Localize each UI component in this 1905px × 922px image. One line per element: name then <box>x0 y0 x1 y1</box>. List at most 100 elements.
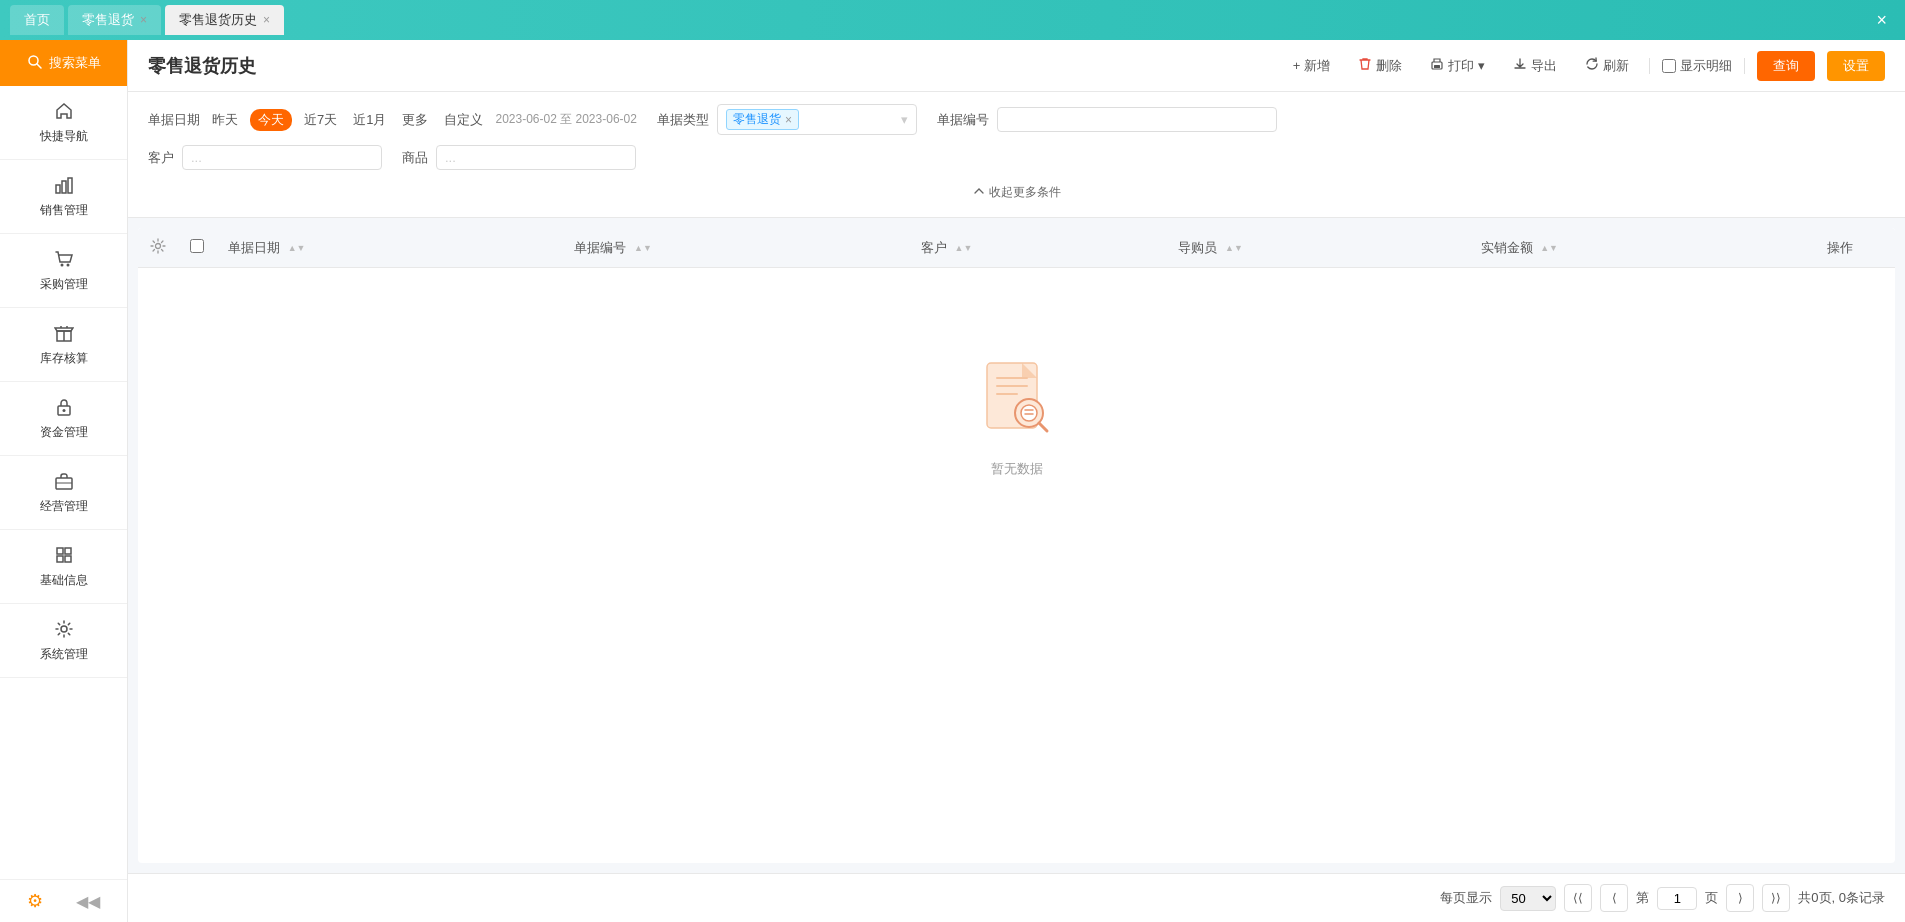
settings-button[interactable]: 设置 <box>1827 51 1885 81</box>
tab-retail-return[interactable]: 零售退货 × <box>68 5 161 35</box>
th-doc-date[interactable]: 单据日期 ▲▼ <box>216 228 562 268</box>
date-filter-label: 单据日期 <box>148 111 200 129</box>
query-button[interactable]: 查询 <box>1757 51 1815 81</box>
sidebar-item-quick-nav[interactable]: 快捷导航 <box>0 86 127 160</box>
th-customer-label: 客户 <box>921 240 947 255</box>
lock-icon <box>53 396 75 418</box>
tab-retail-return-history-close[interactable]: × <box>263 13 270 27</box>
goods-input[interactable] <box>436 145 636 170</box>
header-actions: + 新增 删除 <box>1285 51 1885 81</box>
sidebar-item-operations[interactable]: 经营管理 <box>0 456 127 530</box>
print-label: 打印 <box>1448 57 1474 75</box>
delete-label: 删除 <box>1376 57 1402 75</box>
export-icon <box>1513 57 1527 74</box>
filter-row-2: 客户 商品 <box>148 145 1885 170</box>
sidebar-item-basic-info[interactable]: 基础信息 <box>0 530 127 604</box>
page-prev-button[interactable]: ⟨ <box>1600 884 1628 912</box>
action-divider-2 <box>1744 58 1745 74</box>
date-opt-more[interactable]: 更多 <box>398 109 432 131</box>
page-next-button[interactable]: ⟩ <box>1726 884 1754 912</box>
refresh-button[interactable]: 刷新 <box>1577 53 1637 79</box>
date-range-display: 2023-06-02 至 2023-06-02 <box>495 111 636 128</box>
sidebar-bottom: ⚙ ◀◀ <box>0 879 127 922</box>
export-button[interactable]: 导出 <box>1505 53 1565 79</box>
th-doc-number-label: 单据编号 <box>574 240 626 255</box>
th-action-label: 操作 <box>1827 240 1853 255</box>
page-input[interactable] <box>1657 887 1697 910</box>
date-opt-last7[interactable]: 近7天 <box>300 109 341 131</box>
tab-retail-return-history[interactable]: 零售退货历史 × <box>165 5 284 35</box>
table-container: 单据日期 ▲▼ 单据编号 ▲▼ 客户 ▲▼ 导购员 <box>138 228 1895 863</box>
sidebar-item-sales-mgmt-label: 销售管理 <box>40 202 88 219</box>
box-icon <box>53 322 75 344</box>
th-customer[interactable]: 客户 ▲▼ <box>909 228 1167 268</box>
svg-point-6 <box>66 264 69 267</box>
gear-icon[interactable] <box>150 242 166 257</box>
goods-label: 商品 <box>402 149 428 167</box>
th-action: 操作 <box>1815 228 1895 268</box>
search-icon <box>27 54 43 73</box>
sort-icons-amount: ▲▼ <box>1540 244 1558 253</box>
print-button[interactable]: 打印 ▾ <box>1422 53 1493 79</box>
filter-row-1: 单据日期 昨天 今天 近7天 近1月 更多 自定义 2023-06-02 至 2… <box>148 104 1885 135</box>
tab-retail-return-close[interactable]: × <box>140 13 147 27</box>
home-icon <box>53 100 75 122</box>
date-opt-custom[interactable]: 自定义 <box>440 109 487 131</box>
doc-number-input[interactable] <box>997 107 1277 132</box>
window-close-button[interactable]: × <box>1868 10 1895 31</box>
settings-icon <box>53 618 75 640</box>
empty-icon <box>967 348 1067 448</box>
doc-type-tag: 零售退货 × <box>726 109 799 130</box>
delete-button[interactable]: 删除 <box>1350 53 1410 79</box>
page-last-button[interactable]: ⟩⟩ <box>1762 884 1790 912</box>
tab-home-label: 首页 <box>24 11 50 29</box>
page-first-button[interactable]: ⟨⟨ <box>1564 884 1592 912</box>
sidebar-item-sales-mgmt[interactable]: 销售管理 <box>0 160 127 234</box>
sidebar-item-purchase-mgmt[interactable]: 采购管理 <box>0 234 127 308</box>
doc-type-select[interactable]: 零售退货 × ▾ <box>717 104 917 135</box>
export-label: 导出 <box>1531 57 1557 75</box>
sidebar-item-finance[interactable]: 资金管理 <box>0 382 127 456</box>
sidebar-search[interactable]: 搜索菜单 <box>0 40 127 86</box>
table-body: 暂无数据 <box>138 268 1895 559</box>
sidebar-settings-icon[interactable]: ⚙ <box>27 890 43 912</box>
svg-rect-16 <box>65 548 71 554</box>
pagination-bar: 每页显示 10 20 50 100 ⟨⟨ ⟨ 第 页 ⟩ ⟩⟩ 共0页, 0条记… <box>128 873 1905 922</box>
show-detail-input[interactable] <box>1662 59 1676 73</box>
th-gear[interactable] <box>138 228 178 268</box>
date-opt-today[interactable]: 今天 <box>250 109 292 131</box>
doc-type-label: 单据类型 <box>657 111 709 129</box>
goods-filter: 商品 <box>402 145 636 170</box>
collapse-button[interactable]: 收起更多条件 <box>148 180 1885 205</box>
print-icon <box>1430 57 1444 74</box>
select-all-checkbox[interactable] <box>190 239 204 253</box>
show-detail-checkbox[interactable]: 显示明细 <box>1662 57 1732 75</box>
sidebar-collapse-icon[interactable]: ◀◀ <box>76 892 100 911</box>
svg-rect-21 <box>1434 65 1440 68</box>
svg-line-1 <box>37 64 41 68</box>
doc-type-tag-close[interactable]: × <box>785 113 792 127</box>
date-opt-last-month[interactable]: 近1月 <box>349 109 390 131</box>
sidebar-item-system-mgmt[interactable]: 系统管理 <box>0 604 127 678</box>
th-amount[interactable]: 实销金额 ▲▼ <box>1469 228 1815 268</box>
th-doc-date-label: 单据日期 <box>228 240 280 255</box>
page-header: 零售退货历史 + 新增 删除 <box>128 40 1905 92</box>
delete-icon <box>1358 57 1372 74</box>
svg-rect-18 <box>65 556 71 562</box>
customer-input[interactable] <box>182 145 382 170</box>
sidebar-item-inventory[interactable]: 库存核算 <box>0 308 127 382</box>
th-guide[interactable]: 导购员 ▲▼ <box>1166 228 1468 268</box>
tab-home[interactable]: 首页 <box>10 5 64 35</box>
new-button[interactable]: + 新增 <box>1285 53 1338 79</box>
svg-point-5 <box>60 264 63 267</box>
page-unit: 页 <box>1705 889 1718 907</box>
content-area: 零售退货历史 + 新增 删除 <box>128 40 1905 922</box>
th-doc-number[interactable]: 单据编号 ▲▼ <box>562 228 908 268</box>
svg-rect-2 <box>56 185 60 193</box>
sidebar-item-finance-label: 资金管理 <box>40 424 88 441</box>
page-size-select[interactable]: 10 20 50 100 <box>1500 886 1556 911</box>
th-checkbox[interactable] <box>178 228 216 268</box>
sort-icons-doc-date: ▲▼ <box>288 244 306 253</box>
th-amount-label: 实销金额 <box>1481 240 1533 255</box>
date-opt-yesterday[interactable]: 昨天 <box>208 109 242 131</box>
